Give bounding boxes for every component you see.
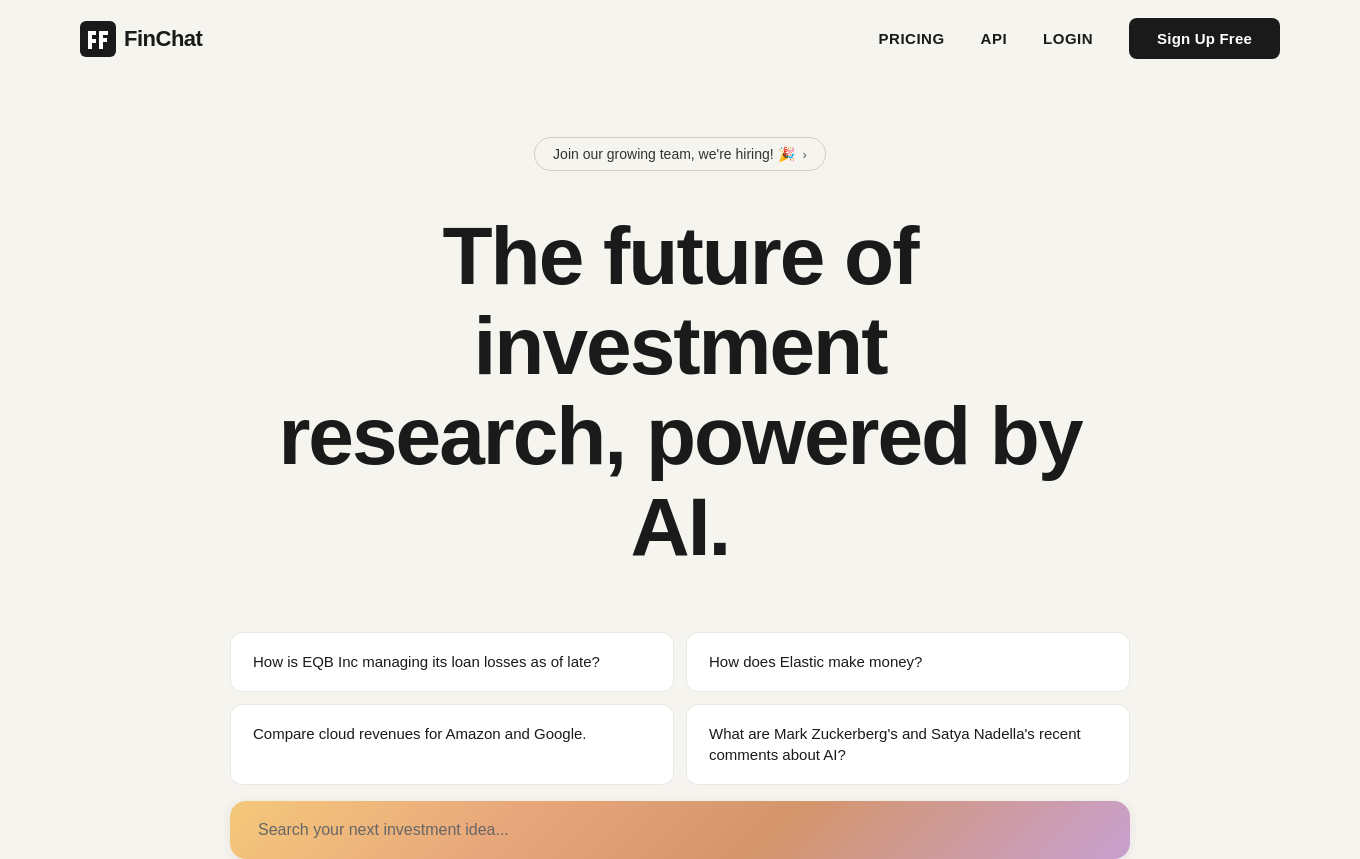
nav-links: PRICING API LOGIN Sign Up Free xyxy=(879,18,1280,59)
suggestions-grid: How is EQB Inc managing its loan losses … xyxy=(230,632,1130,785)
suggestion-card-3[interactable]: Compare cloud revenues for Amazon and Go… xyxy=(230,704,674,786)
finchat-logo-icon xyxy=(80,21,116,57)
hiring-banner-text: Join our growing team, we're hiring! 🎉 xyxy=(553,146,794,162)
signup-button[interactable]: Sign Up Free xyxy=(1129,18,1280,59)
hero-title: The future of investment research, power… xyxy=(230,211,1130,572)
suggestion-card-1[interactable]: How is EQB Inc managing its loan losses … xyxy=(230,632,674,692)
logo[interactable]: FinChat xyxy=(80,21,202,57)
svg-rect-0 xyxy=(80,21,116,57)
hero-title-line1: The future of investment xyxy=(442,210,917,391)
suggestion-card-4[interactable]: What are Mark Zuckerberg's and Satya Nad… xyxy=(686,704,1130,786)
suggestion-card-2[interactable]: How does Elastic make money? xyxy=(686,632,1130,692)
logo-text: FinChat xyxy=(124,26,202,52)
search-input[interactable] xyxy=(230,801,1130,859)
nav-pricing[interactable]: PRICING xyxy=(879,30,945,47)
search-container xyxy=(230,801,1130,859)
nav-login[interactable]: LOGIN xyxy=(1043,30,1093,47)
chevron-right-icon: › xyxy=(803,147,807,162)
nav-api[interactable]: API xyxy=(981,30,1008,47)
navbar: FinChat PRICING API LOGIN Sign Up Free xyxy=(0,0,1360,77)
hero-title-line2: research, powered by AI. xyxy=(278,390,1081,571)
hero-section: Join our growing team, we're hiring! 🎉 ›… xyxy=(0,77,1360,859)
hiring-banner[interactable]: Join our growing team, we're hiring! 🎉 › xyxy=(534,137,826,171)
